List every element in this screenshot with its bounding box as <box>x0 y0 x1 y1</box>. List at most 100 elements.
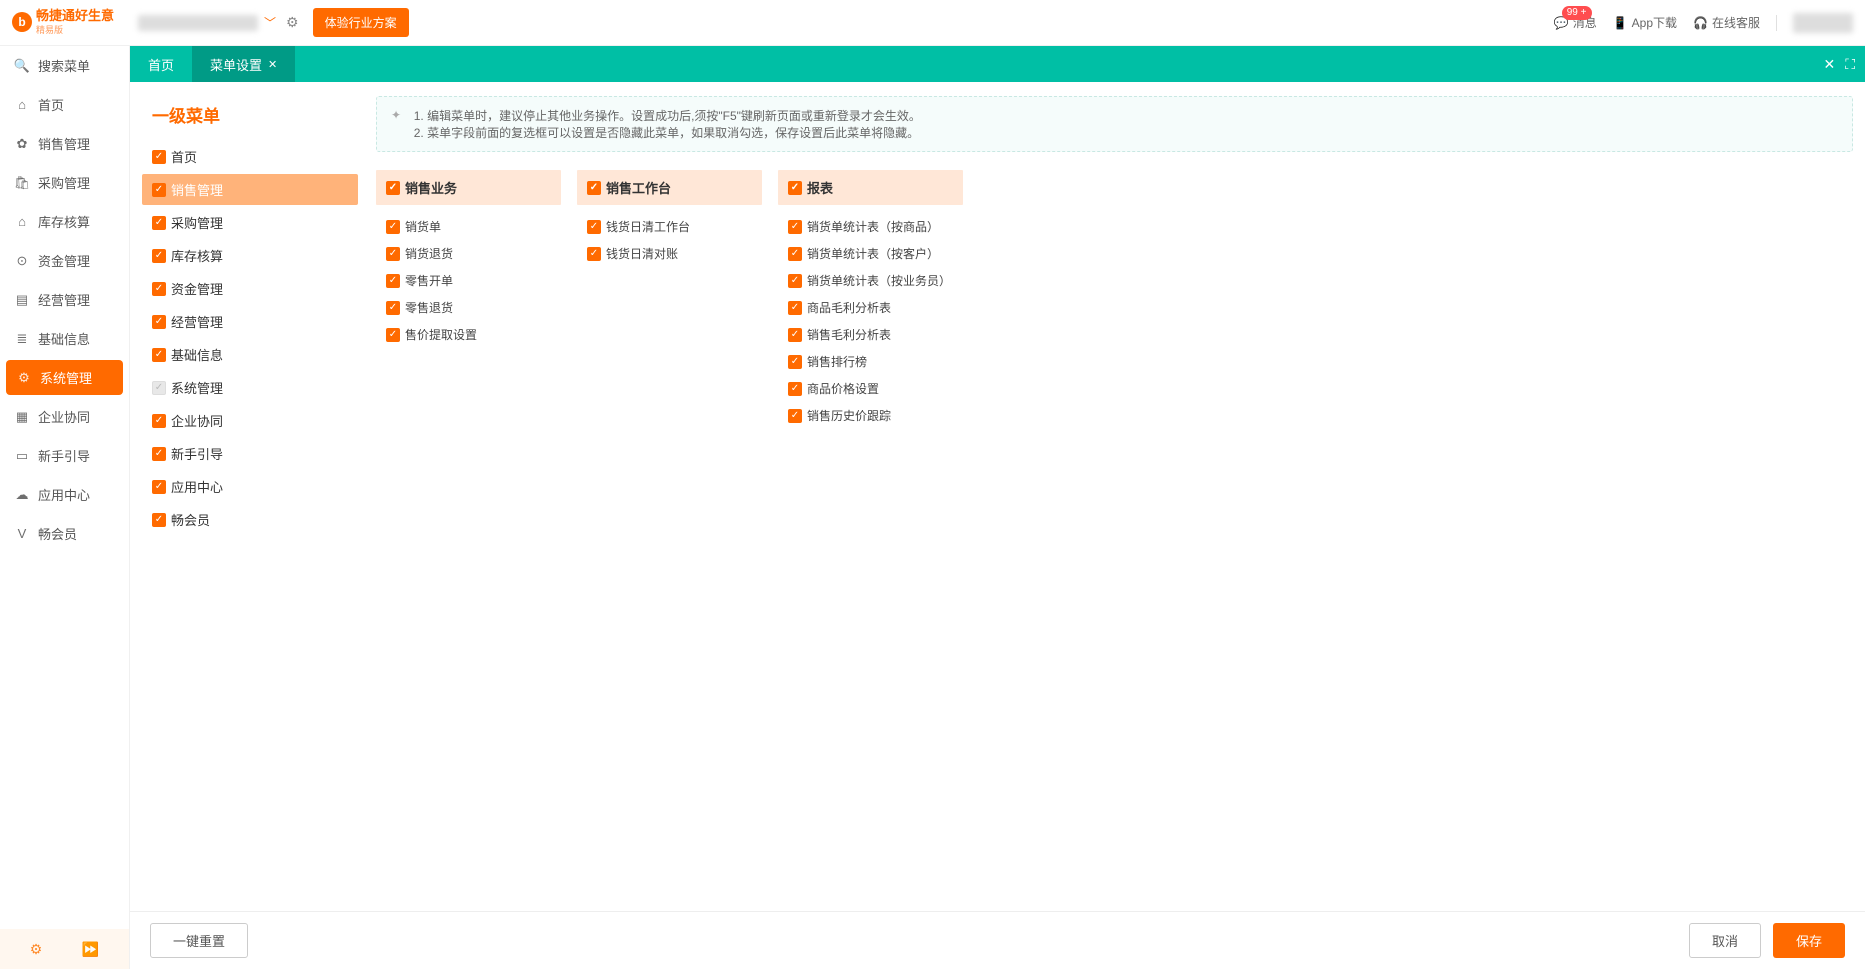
level1-item-7[interactable]: ✓系统管理 <box>142 372 358 403</box>
tab-close-icon[interactable]: ✕ <box>268 58 277 71</box>
sidebar-item-12[interactable]: V畅会员 <box>0 514 129 553</box>
sidebar-item-1[interactable]: ⌂首页 <box>0 85 129 124</box>
settings-icon[interactable]: ⚙ <box>30 941 43 958</box>
column-header[interactable]: ✓销售工作台 <box>577 170 762 205</box>
sidebar-item-7[interactable]: ≣基础信息 <box>0 319 129 358</box>
online-service-link[interactable]: 🎧 在线客服 <box>1693 14 1760 31</box>
column-item[interactable]: ✓销货单统计表（按商品） <box>782 213 959 240</box>
reset-button[interactable]: 一键重置 <box>150 923 248 958</box>
app-download-link[interactable]: 📱 App下载 <box>1613 14 1677 31</box>
checkbox-icon[interactable]: ✓ <box>587 220 601 234</box>
sidebar-item-6[interactable]: ▤经营管理 <box>0 280 129 319</box>
level1-item-6[interactable]: ✓ 基础信息 <box>142 339 358 370</box>
sidebar-item-9[interactable]: ▦企业协同 <box>0 397 129 436</box>
industry-plan-button[interactable]: 体验行业方案 <box>313 8 409 37</box>
sidebar-item-0[interactable]: 🔍搜索菜单 <box>0 46 129 85</box>
save-button[interactable]: 保存 <box>1773 923 1845 958</box>
sidebar-item-10[interactable]: ▭新手引导 <box>0 436 129 475</box>
column-item-label: 钱货日清工作台 <box>606 218 690 235</box>
tab-home[interactable]: 首页 <box>130 46 192 82</box>
checkbox-icon[interactable]: ✓ <box>386 181 400 195</box>
checkbox-icon[interactable]: ✓ <box>788 274 802 288</box>
column-item[interactable]: ✓售价提取设置 <box>380 321 557 348</box>
level1-item-2[interactable]: ✓采购管理 <box>142 207 358 238</box>
checkbox-icon[interactable]: ✓ <box>152 183 166 197</box>
column-item[interactable]: ✓销货单统计表（按业务员） <box>782 267 959 294</box>
checkbox-icon[interactable]: ✓ <box>788 247 802 261</box>
checkbox-icon[interactable]: ✓ <box>152 381 166 395</box>
column-item[interactable]: ✓ 销货单统计表（按客户） <box>782 240 959 267</box>
checkbox-icon[interactable]: ✓ <box>152 480 166 494</box>
checkbox-icon[interactable]: ✓ <box>152 249 166 263</box>
checkbox-icon[interactable]: ✓ <box>152 513 166 527</box>
company-name-blurred <box>138 15 258 31</box>
checkbox-icon[interactable]: ✓ <box>788 355 802 369</box>
sidebar-item-5[interactable]: ⊙资金管理 <box>0 241 129 280</box>
checkbox-icon[interactable]: ✓ <box>152 348 166 362</box>
cancel-button[interactable]: 取消 <box>1689 923 1761 958</box>
checkbox-icon[interactable]: ✓ <box>386 301 400 315</box>
checkbox-icon[interactable]: ✓ <box>152 414 166 428</box>
level1-item-5[interactable]: ✓经营管理 <box>142 306 358 337</box>
company-selector[interactable]: ﹀ <box>138 14 276 31</box>
checkbox-icon[interactable]: ✓ <box>587 247 601 261</box>
sidebar-item-3[interactable]: 🛍采购管理 <box>0 163 129 202</box>
column-header[interactable]: ✓报表 <box>778 170 963 205</box>
level1-item-0[interactable]: ✓首页 <box>142 141 358 172</box>
logo-icon: b <box>12 12 32 32</box>
checkbox-icon[interactable]: ✓ <box>386 328 400 342</box>
settings-gear-icon[interactable]: ⚙ <box>286 14 299 31</box>
checkbox-icon[interactable]: ✓ <box>788 409 802 423</box>
level1-item-3[interactable]: ✓库存核算 <box>142 240 358 271</box>
checkbox-icon[interactable]: ✓ <box>152 216 166 230</box>
collapse-icon[interactable]: ⏩ <box>82 941 99 958</box>
fullscreen-icon[interactable]: ⛶ <box>1845 56 1855 73</box>
column-header[interactable]: ✓销售业务 <box>376 170 561 205</box>
logo-text: 畅捷通好生意 <box>36 9 114 23</box>
close-all-icon[interactable]: ✕ <box>1823 56 1835 73</box>
sidebar-item-11[interactable]: ☁应用中心 <box>0 475 129 514</box>
checkbox-icon[interactable]: ✓ <box>386 274 400 288</box>
column-item[interactable]: ✓钱货日清对账 <box>581 240 758 267</box>
column-item[interactable]: ✓商品毛利分析表 <box>782 294 959 321</box>
sidebar-item-8[interactable]: ⚙系统管理 <box>6 360 123 395</box>
level1-item-label: 基础信息 <box>171 345 223 364</box>
home-icon: ⌂ <box>14 97 30 113</box>
column-item[interactable]: ✓销售毛利分析表 <box>782 321 959 348</box>
tab-menu-settings[interactable]: 菜单设置 ✕ <box>192 46 295 82</box>
checkbox-icon[interactable]: ✓ <box>788 328 802 342</box>
column-item[interactable]: ✓ 钱货日清工作台 <box>581 213 758 240</box>
column-item-label: 销货单统计表（按客户） <box>807 245 939 262</box>
checkbox-icon[interactable]: ✓ <box>587 181 601 195</box>
checkbox-icon[interactable]: ✓ <box>152 150 166 164</box>
checkbox-icon[interactable]: ✓ <box>152 282 166 296</box>
user-avatar-blurred[interactable] <box>1793 13 1853 33</box>
checkbox-icon[interactable]: ✓ <box>152 447 166 461</box>
messages-link[interactable]: 💬 99 + 消息 <box>1554 14 1597 31</box>
column-item[interactable]: ✓销售历史价跟踪 <box>782 402 959 429</box>
checkbox-icon[interactable]: ✓ <box>386 220 400 234</box>
lightbulb-icon: ✦ <box>391 108 401 141</box>
checkbox-icon[interactable]: ✓ <box>788 181 802 195</box>
checkbox-icon[interactable]: ✓ <box>386 247 400 261</box>
column-item[interactable]: ✓零售开单 <box>380 267 557 294</box>
column-item[interactable]: ✓销售排行榜 <box>782 348 959 375</box>
sidebar-item-4[interactable]: ⌂库存核算 <box>0 202 129 241</box>
level1-item-4[interactable]: ✓资金管理 <box>142 273 358 304</box>
checkbox-icon[interactable]: ✓ <box>788 220 802 234</box>
level1-item-11[interactable]: ✓畅会员 <box>142 504 358 535</box>
column-item[interactable]: ✓ 零售退货 <box>380 294 557 321</box>
column-item-label: 零售退货 <box>405 299 453 316</box>
column-item[interactable]: ✓商品价格设置 <box>782 375 959 402</box>
level1-item-8[interactable]: ✓企业协同 <box>142 405 358 436</box>
level1-item-10[interactable]: ✓应用中心 <box>142 471 358 502</box>
checkbox-icon[interactable]: ✓ <box>152 315 166 329</box>
checkbox-icon[interactable]: ✓ <box>788 382 802 396</box>
column-item[interactable]: ✓销货单 <box>380 213 557 240</box>
column-item[interactable]: ✓销货退货 <box>380 240 557 267</box>
checkbox-icon[interactable]: ✓ <box>788 301 802 315</box>
level1-item-9[interactable]: ✓新手引导 <box>142 438 358 469</box>
level1-item-1[interactable]: ✓销售管理 <box>142 174 358 205</box>
sidebar-item-2[interactable]: ✿销售管理 <box>0 124 129 163</box>
detail-panel: ✦ 编辑菜单时，建议停止其他业务操作。设置成功后,须按"F5"键刷新页面或重新登… <box>376 96 1853 911</box>
